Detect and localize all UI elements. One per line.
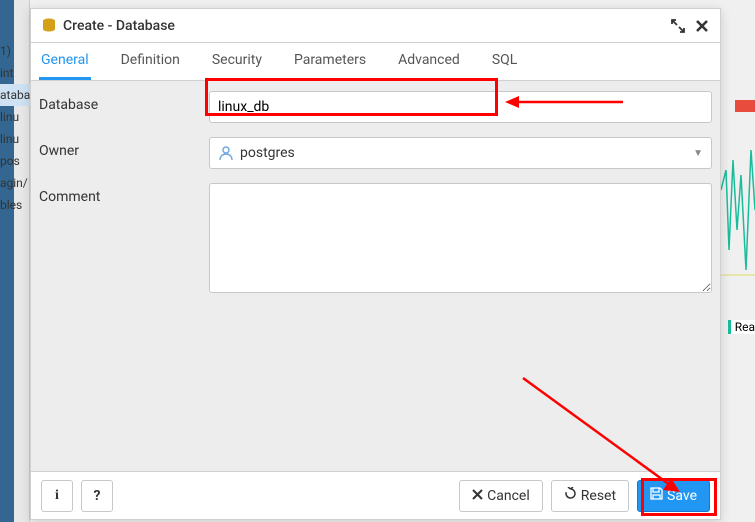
dialog-footer: i ? Cancel Reset Save: [31, 471, 720, 519]
chevron-down-icon: ▼: [693, 148, 703, 159]
tab-definition[interactable]: Definition: [119, 43, 182, 80]
info-button[interactable]: i: [41, 480, 73, 512]
titlebar: Create - Database: [31, 9, 720, 43]
info-icon: i: [55, 488, 59, 504]
owner-value: postgres: [240, 145, 295, 161]
database-input[interactable]: [209, 91, 712, 123]
save-icon: [650, 487, 663, 504]
bg-item: bles: [0, 194, 30, 216]
dialog-title: Create - Database: [63, 18, 175, 34]
database-icon: [41, 18, 57, 34]
reset-button[interactable]: Reset: [551, 480, 629, 512]
reset-icon: [564, 487, 577, 504]
cancel-button[interactable]: Cancel: [459, 480, 543, 512]
owner-label: Owner: [39, 137, 209, 159]
expand-icon[interactable]: [670, 18, 686, 34]
bg-rea-label: Rea: [728, 320, 755, 334]
help-icon: ?: [94, 488, 101, 504]
reset-label: Reset: [581, 488, 616, 504]
tab-bar: General Definition Security Parameters A…: [31, 43, 720, 81]
bg-item: int: [0, 62, 30, 84]
tab-security[interactable]: Security: [210, 43, 264, 80]
tab-advanced[interactable]: Advanced: [396, 43, 462, 80]
close-icon[interactable]: [694, 18, 710, 34]
cancel-label: Cancel: [487, 488, 530, 504]
save-button[interactable]: Save: [637, 480, 710, 512]
bg-item: 1): [0, 40, 30, 62]
owner-select[interactable]: postgres ▼: [209, 137, 712, 169]
background-right: nits Rea: [720, 0, 755, 522]
tab-parameters[interactable]: Parameters: [292, 43, 368, 80]
bg-item: linu: [0, 106, 30, 128]
bg-item: ataba: [0, 84, 30, 106]
close-icon: [472, 488, 483, 504]
user-icon: [218, 145, 234, 161]
bg-item: pos: [0, 150, 30, 172]
save-label: Save: [667, 488, 697, 504]
help-button[interactable]: ?: [81, 480, 113, 512]
bg-item: agin/: [0, 172, 30, 194]
tab-sql[interactable]: SQL: [490, 43, 519, 80]
database-label: Database: [39, 91, 209, 113]
tab-general[interactable]: General: [39, 43, 91, 80]
form-area: Database Owner postgres ▼ Comment: [31, 81, 720, 471]
comment-label: Comment: [39, 183, 209, 205]
create-database-dialog: Create - Database General Definition Sec…: [30, 8, 721, 520]
comment-textarea[interactable]: [209, 183, 712, 293]
bg-item: linu: [0, 128, 30, 150]
